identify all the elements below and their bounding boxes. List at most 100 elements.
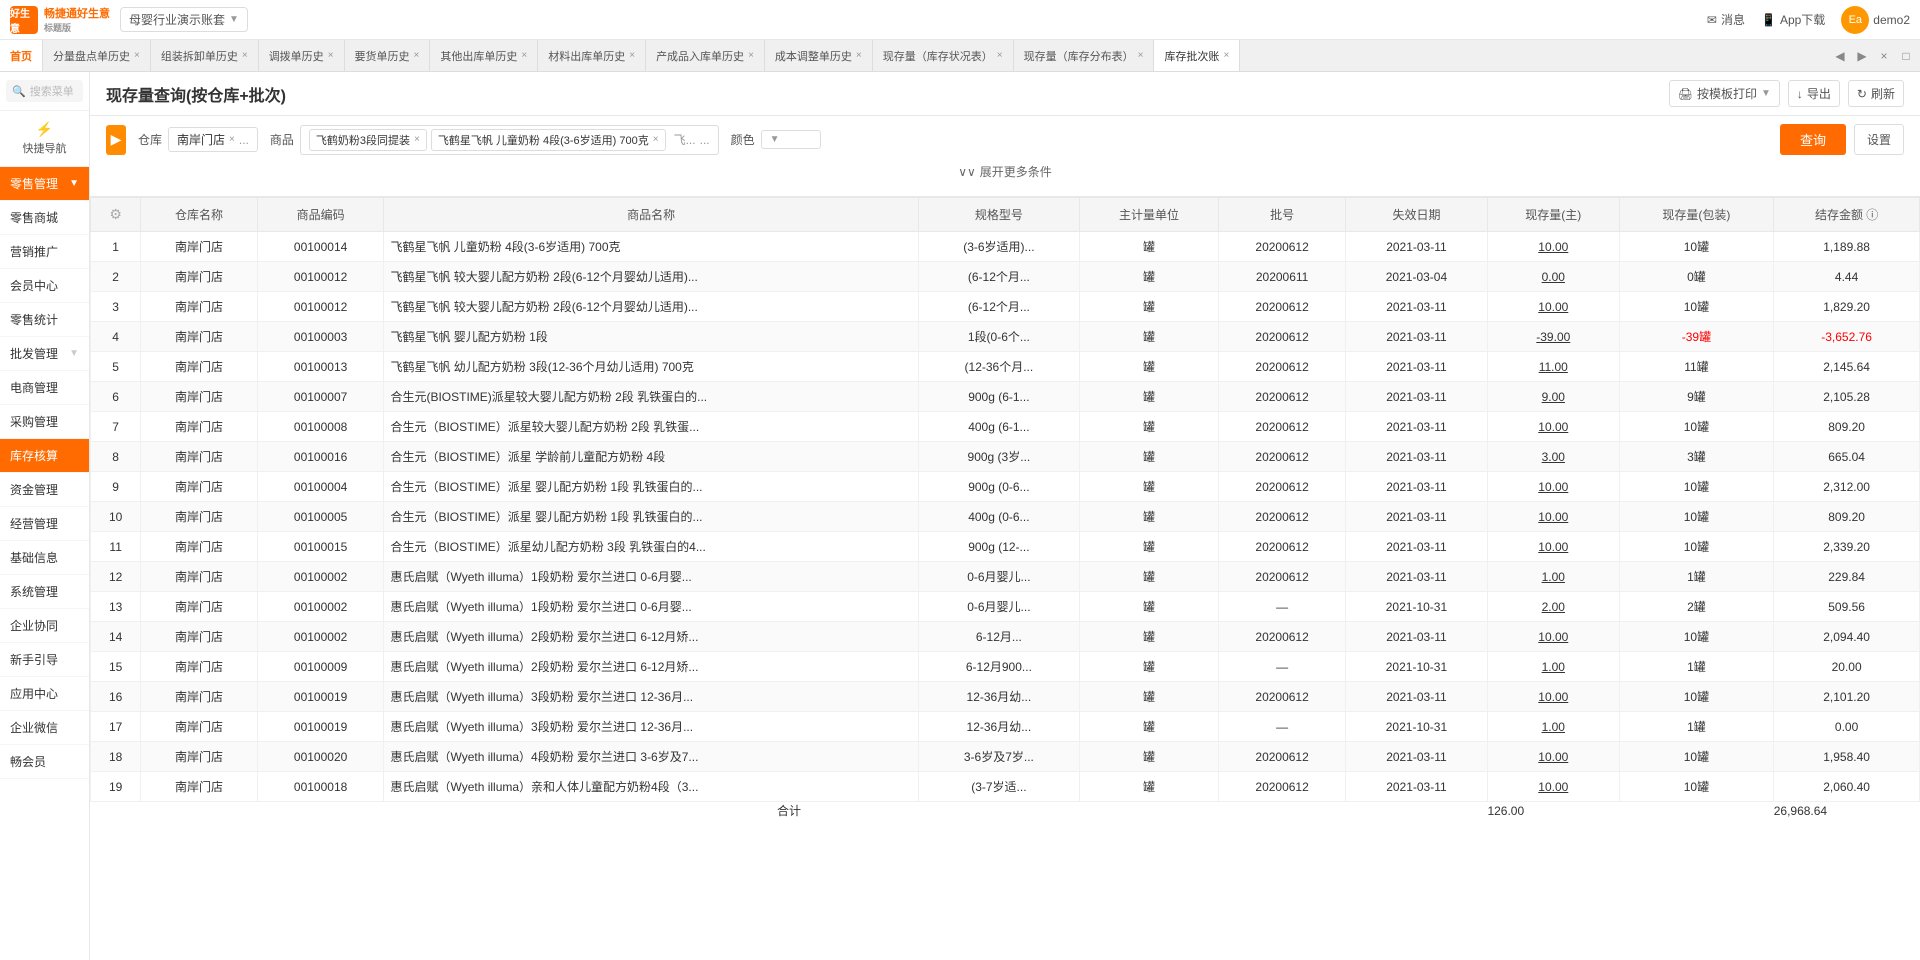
cell-qty-main[interactable]: 2.00 [1487, 592, 1619, 622]
quick-nav-item[interactable]: ⚡ 快捷导航 [0, 115, 89, 162]
tab-6[interactable]: 材料出库单历史 × [538, 40, 646, 72]
tab-close-6[interactable]: × [629, 50, 635, 61]
tab-close-all-btn[interactable]: × [1874, 46, 1894, 66]
tab-7[interactable]: 产成品入库单历史 × [646, 40, 765, 72]
tab-prev-btn[interactable]: ◀ [1830, 46, 1850, 66]
cell-qty-main[interactable]: 9.00 [1487, 382, 1619, 412]
tab-close-5[interactable]: × [521, 50, 527, 61]
refresh-btn[interactable]: ↻ 刷新 [1848, 80, 1904, 107]
logo: 好生意 畅捷通好生意 标题版 [10, 5, 110, 34]
sidebar-item-members[interactable]: 会员中心 [0, 269, 89, 303]
sidebar-item-operations[interactable]: 经营管理 [0, 507, 89, 541]
table-row: 8 南岸门店 00100016 合生元（BIOSTIME）派星 学龄前儿童配方奶… [91, 442, 1920, 472]
goods-tag-1[interactable]: 飞鹤奶粉3段同提装 × [309, 129, 427, 151]
sidebar-item-wholesale[interactable]: 批发管理 ▼ [0, 337, 89, 371]
tab-4[interactable]: 要货单历史 × [345, 40, 431, 72]
print-btn[interactable]: 🖨 按模板打印 ▼ [1669, 80, 1780, 107]
cell-code: 00100008 [257, 412, 384, 442]
sidebar-item-vip[interactable]: 畅会员 [0, 745, 89, 779]
goods-input[interactable]: 飞鹤奶粉3段同提装 × 飞鹤星飞帆 儿童奶粉 4段(3-6岁适用) 700克 ×… [300, 125, 719, 155]
tab-home[interactable]: 首页 [0, 40, 43, 72]
cell-qty-main[interactable]: 10.00 [1487, 532, 1619, 562]
sidebar-item-purchase[interactable]: 采购管理 [0, 405, 89, 439]
tab-2[interactable]: 组装拆卸单历史 × [151, 40, 259, 72]
tab-close-2[interactable]: × [242, 50, 248, 61]
settings-button[interactable]: 设置 [1854, 124, 1904, 155]
tab-1[interactable]: 分量盘点单历史 × [43, 40, 151, 72]
table-row: 14 南岸门店 00100002 惠氏启赋（Wyeth illuma）2段奶粉 … [91, 622, 1920, 652]
sidebar-item-collab[interactable]: 企业协同 [0, 609, 89, 643]
cell-qty-main[interactable]: 0.00 [1487, 262, 1619, 292]
sidebar-expand-btn[interactable]: ▶ [106, 125, 126, 155]
tab-close-11[interactable]: × [1223, 50, 1229, 61]
message-btn[interactable]: ✉ 消息 [1707, 11, 1745, 28]
sidebar-item-retail[interactable]: 零售管理 ▼ [0, 167, 89, 201]
cell-name: 合生元(BIOSTIME)派星较大婴儿配方奶粉 2段 乳铁蛋白的... [384, 382, 918, 412]
cell-qty-main[interactable]: -39.00 [1487, 322, 1619, 352]
tab-close-3[interactable]: × [328, 50, 334, 61]
warehouse-input[interactable]: 南岸门店 × ... [168, 127, 258, 152]
cell-qty-main[interactable]: 3.00 [1487, 442, 1619, 472]
sidebar-item-retail-stats[interactable]: 零售统计 [0, 303, 89, 337]
cell-qty-pkg: 10罐 [1619, 622, 1774, 652]
sidebar-item-system[interactable]: 系统管理 [0, 575, 89, 609]
tab-close-9[interactable]: × [997, 50, 1003, 61]
cell-qty-main[interactable]: 1.00 [1487, 652, 1619, 682]
cell-qty-main[interactable]: 10.00 [1487, 232, 1619, 262]
goods-tag-del-2[interactable]: × [653, 134, 659, 145]
expand-more-btn[interactable]: ∨∨ 展开更多条件 [950, 159, 1060, 184]
warehouse-dots: ... [239, 133, 249, 147]
column-settings-icon[interactable]: ⚙ [109, 206, 122, 222]
cell-qty-main[interactable]: 11.00 [1487, 352, 1619, 382]
cell-qty-main[interactable]: 10.00 [1487, 502, 1619, 532]
cell-amount: 1,958.40 [1774, 742, 1920, 772]
cell-qty-main[interactable]: 10.00 [1487, 772, 1619, 802]
user-profile[interactable]: Ea demo2 [1841, 6, 1910, 34]
cell-qty-main[interactable]: 10.00 [1487, 292, 1619, 322]
sidebar-item-marketing[interactable]: 营销推广 [0, 235, 89, 269]
cell-qty-main[interactable]: 10.00 [1487, 472, 1619, 502]
search-box[interactable]: 🔍 搜索菜单 [6, 80, 83, 102]
sidebar-item-guide[interactable]: 新手引导 [0, 643, 89, 677]
export-btn[interactable]: ↓ 导出 [1788, 80, 1840, 107]
col-settings[interactable]: ⚙ [91, 198, 141, 232]
tab-close-4[interactable]: × [414, 50, 420, 61]
sidebar-item-apps[interactable]: 应用中心 [0, 677, 89, 711]
tab-close-7[interactable]: × [748, 50, 754, 61]
workspace-selector[interactable]: 母婴行业演示账套 ▼ [120, 7, 248, 32]
tab-9[interactable]: 现存量（库存状况表） × [873, 40, 1014, 72]
tab-menu-btn[interactable]: □ [1896, 46, 1916, 66]
cell-warehouse: 南岸门店 [141, 292, 257, 322]
sidebar-item-finance[interactable]: 资金管理 [0, 473, 89, 507]
cell-qty-main[interactable]: 10.00 [1487, 412, 1619, 442]
cell-qty-main[interactable]: 1.00 [1487, 712, 1619, 742]
refresh-icon: ↻ [1857, 87, 1867, 101]
tab-close-10[interactable]: × [1138, 50, 1144, 61]
color-input[interactable]: ▼ [761, 130, 821, 149]
sidebar-item-inventory[interactable]: 库存核算 [0, 439, 89, 473]
sidebar-item-online-store[interactable]: 零售商城 [0, 201, 89, 235]
goods-tag-2[interactable]: 飞鹤星飞帆 儿童奶粉 4段(3-6岁适用) 700克 × [431, 129, 666, 151]
nav-tabs: 首页 分量盘点单历史 × 组装拆卸单历史 × 调拨单历史 × 要货单历史 × 其… [0, 40, 1920, 72]
cell-qty-pkg: 10罐 [1619, 772, 1774, 802]
sidebar-item-basics[interactable]: 基础信息 [0, 541, 89, 575]
goods-tag-del-1[interactable]: × [414, 134, 420, 145]
tab-next-btn[interactable]: ▶ [1852, 46, 1872, 66]
cell-unit: 罐 [1079, 232, 1218, 262]
cell-qty-main[interactable]: 10.00 [1487, 682, 1619, 712]
cell-qty-main[interactable]: 1.00 [1487, 562, 1619, 592]
tab-10[interactable]: 现存量（库存分布表） × [1014, 40, 1155, 72]
app-download-btn[interactable]: 📱 App下载 [1761, 11, 1825, 28]
sidebar-item-wechat[interactable]: 企业微信 [0, 711, 89, 745]
tab-5[interactable]: 其他出库单历史 × [430, 40, 538, 72]
tab-8[interactable]: 成本调整单历史 × [765, 40, 873, 72]
cell-qty-main[interactable]: 10.00 [1487, 742, 1619, 772]
warehouse-close-icon[interactable]: × [229, 134, 235, 145]
query-button[interactable]: 查询 [1780, 124, 1846, 155]
tab-11[interactable]: 库存批次账 × [1154, 40, 1240, 72]
tab-close-1[interactable]: × [134, 50, 140, 61]
tab-close-8[interactable]: × [856, 50, 862, 61]
tab-3[interactable]: 调拨单历史 × [259, 40, 345, 72]
sidebar-item-ecommerce[interactable]: 电商管理 [0, 371, 89, 405]
cell-qty-main[interactable]: 10.00 [1487, 622, 1619, 652]
